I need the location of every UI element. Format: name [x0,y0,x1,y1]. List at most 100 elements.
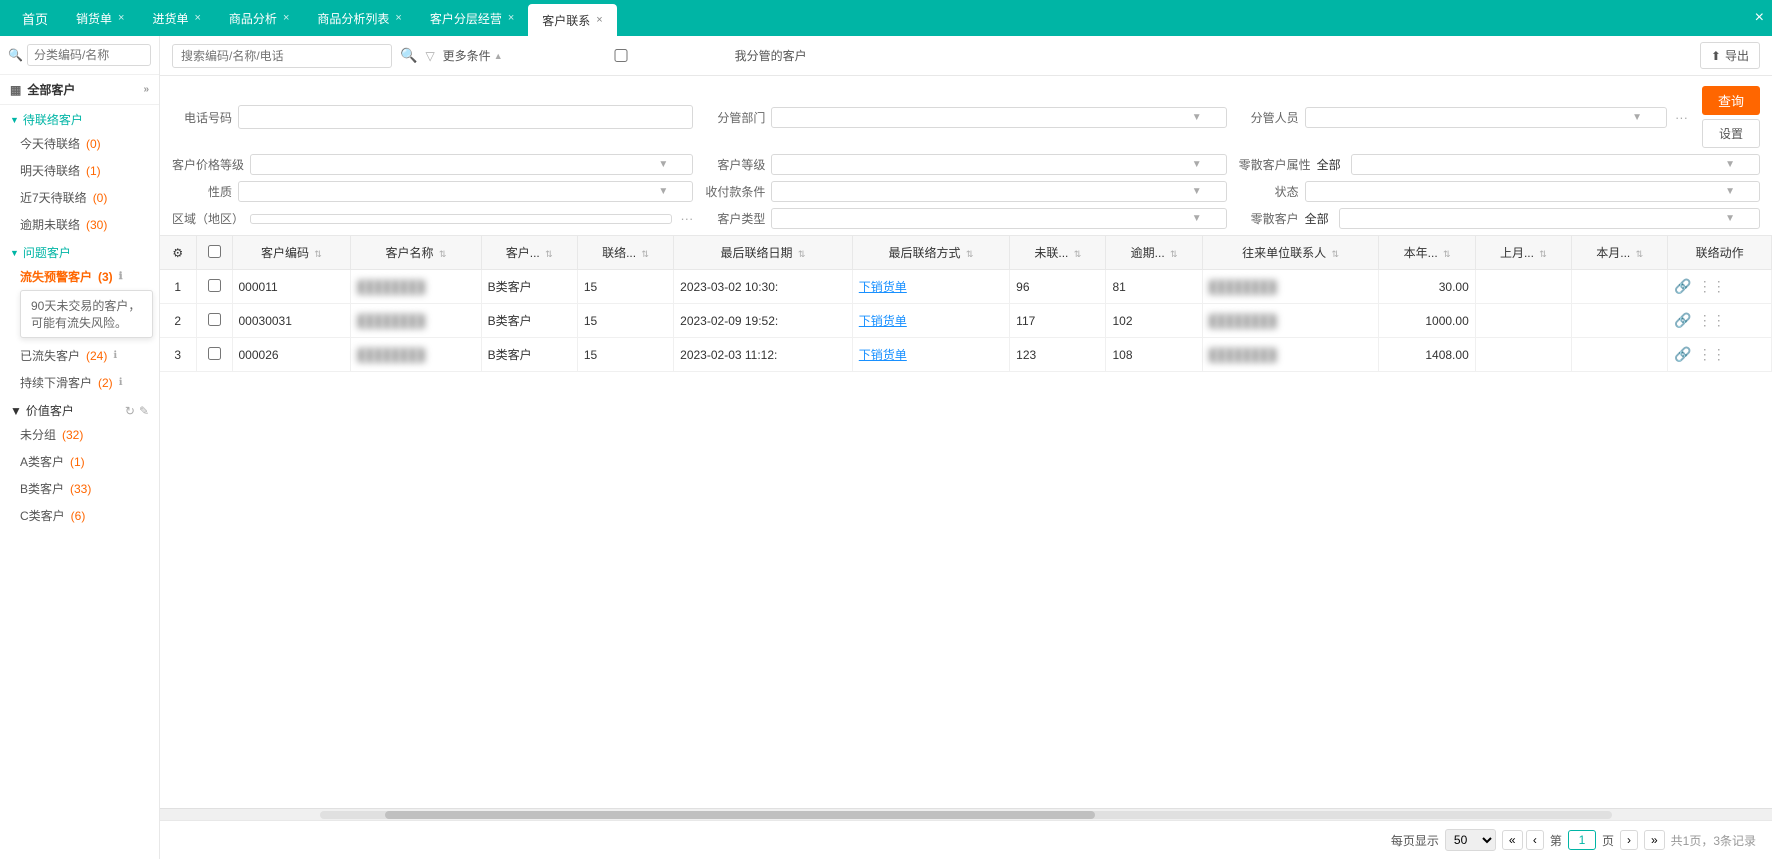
filter-customer-level-select[interactable]: ▼ [771,154,1226,175]
tab-customer-tier[interactable]: 客户分层经营 × [416,0,528,36]
sidebar-item-ungrouped[interactable]: 未分组(32) [0,421,159,448]
next-page-button[interactable]: › [1620,830,1638,850]
close-customer-tier-tab[interactable]: × [508,12,514,24]
search-button[interactable]: 🔍 [400,47,417,64]
filter-price-level-select[interactable]: ▼ [250,154,693,175]
sidebar-group-pending[interactable]: ▼ 待联络客户 [0,105,159,130]
sidebar-all-customers[interactable]: ▦ 全部客户 » [0,75,159,105]
filter-status-label: 状态 [1239,183,1299,200]
tab-home[interactable]: 首页 [8,0,62,36]
row-checkbox-0[interactable] [196,270,232,304]
last-page-button[interactable]: » [1644,830,1665,850]
sort-last-date[interactable]: ⇅ [798,249,806,259]
th-checkbox[interactable] [196,236,232,270]
current-page[interactable]: 1 [1568,830,1596,850]
row-action-more-0[interactable]: ⋮⋮ [1698,278,1726,295]
close-customer-contact-tab[interactable]: × [596,14,602,26]
close-analysis-list-tab[interactable]: × [395,12,401,24]
row-type-2: B类客户 [481,338,577,372]
filter-region-select[interactable] [250,214,672,224]
sort-last-month[interactable]: ⇅ [1539,249,1547,259]
tab-purchase[interactable]: 进货单 × [138,0,214,36]
prev-page-button[interactable]: ‹ [1526,830,1544,850]
row-action-link-1[interactable]: 🔗 [1674,312,1691,329]
filter-zero-attr-select[interactable]: ▼ [1351,154,1760,175]
sort-code[interactable]: ⇅ [314,249,322,259]
sort-type[interactable]: ⇅ [545,249,553,259]
filter-nature-label: 性质 [172,183,232,200]
filter-dept: 分管部门 ▼ [705,107,1226,128]
row-action-more-1[interactable]: ⋮⋮ [1698,312,1726,329]
tab-sales[interactable]: 销货单 × [62,0,138,36]
sort-contacts[interactable]: ⇅ [1332,249,1340,259]
tab-customer-contact[interactable]: 客户联系 × [528,4,616,36]
filter-nature-select[interactable]: ▼ [238,181,693,202]
person-more-button[interactable]: ··· [1675,110,1688,125]
sidebar-group-problem[interactable]: ▼ 问题客户 [0,238,159,263]
search-input[interactable] [172,44,392,68]
scroll-thumb[interactable] [385,811,1096,819]
group-arrow-pending: ▼ [10,115,19,125]
tab-analysis[interactable]: 商品分析 × [215,0,303,36]
per-page-select[interactable]: 50 100 200 [1445,829,1496,851]
sidebar-item-a-class[interactable]: A类客户(1) [0,448,159,475]
sort-name[interactable]: ⇅ [439,249,447,259]
sort-this-month[interactable]: ⇅ [1636,249,1644,259]
export-button[interactable]: ⬆ 导出 [1700,42,1760,69]
sidebar-search-input[interactable] [27,44,151,66]
sort-uncontacted[interactable]: ⇅ [1074,249,1082,259]
row-last-method-1[interactable]: 下销货单 [852,304,1009,338]
my-customer-checkbox-label[interactable]: 我分管的客户 [511,47,807,64]
sidebar-item-7days[interactable]: 近7天待联络(0) [0,184,159,211]
row-action-more-2[interactable]: ⋮⋮ [1698,346,1726,363]
sidebar-item-c-class[interactable]: C类客户(6) [0,502,159,529]
sidebar-item-declining[interactable]: 持续下滑客户(2) ℹ [0,369,159,396]
total-info: 共1页，3条记录 [1671,832,1756,849]
row-action-link-2[interactable]: 🔗 [1674,346,1691,363]
filter-zero-customer-select[interactable]: ▼ [1339,208,1760,229]
my-customer-checkbox[interactable] [511,49,731,62]
close-sales-tab[interactable]: × [118,12,124,24]
row-action-link-0[interactable]: 🔗 [1674,278,1691,295]
horizontal-scrollbar[interactable] [160,808,1772,820]
filter-payment-select[interactable]: ▼ [771,181,1226,202]
sidebar-item-overdue[interactable]: 逾期未联络(30) [0,211,159,238]
sidebar-item-churn-warning[interactable]: 流失预警客户(3) ℹ [0,263,159,290]
select-all-checkbox[interactable] [208,245,221,258]
sort-overdue[interactable]: ⇅ [1170,249,1178,259]
filter-status: 状态 ▼ [1239,181,1760,202]
row-uncontacted-0: 96 [1010,270,1106,304]
zero-customer-arrow: ▼ [1725,213,1735,224]
row-checkbox-2[interactable] [196,338,232,372]
sort-contact-count[interactable]: ⇅ [641,249,649,259]
settings-button[interactable]: 设置 [1702,119,1760,148]
filter-price-level: 客户价格等级 ▼ [172,154,693,175]
filter-customer-type-select[interactable]: ▼ [771,208,1226,229]
sidebar-item-lost[interactable]: 已流失客户(24) ℹ [0,342,159,369]
sidebar-item-tomorrow[interactable]: 明天待联络(1) [0,157,159,184]
query-button[interactable]: 查询 [1702,86,1760,115]
region-more-button[interactable]: ··· [680,211,693,226]
filter-dept-select[interactable]: ▼ [771,107,1226,128]
sidebar-group-value[interactable]: ▼ 价值客户 ↻ ✎ [0,396,159,421]
more-filter-button[interactable]: 更多条件 ▲ [443,47,503,64]
row-checkbox-1[interactable] [196,304,232,338]
row-last-method-0[interactable]: 下销货单 [852,270,1009,304]
tab-analysis-list[interactable]: 商品分析列表 × [303,0,415,36]
th-name: 客户名称 ⇅ [351,236,481,270]
filter-phone-input[interactable] [238,105,693,129]
close-window-button[interactable]: × [1755,9,1764,27]
sidebar-item-b-class[interactable]: B类客户(33) [0,475,159,502]
row-last-method-2[interactable]: 下销货单 [852,338,1009,372]
close-purchase-tab[interactable]: × [194,12,200,24]
sidebar-item-today[interactable]: 今天待联络(0) [0,130,159,157]
first-page-button[interactable]: « [1502,830,1523,850]
sort-last-method[interactable]: ⇅ [966,249,974,259]
value-group-icon1: ↻ [125,404,135,418]
sort-this-year[interactable]: ⇅ [1443,249,1451,259]
filter-person-select[interactable]: ▼ [1305,107,1667,128]
close-analysis-tab[interactable]: × [283,12,289,24]
filter-status-select[interactable]: ▼ [1305,181,1760,202]
filter-panel: 电话号码 分管部门 ▼ 分管人员 ▼ ··· [160,76,1772,236]
th-settings[interactable]: ⚙ [160,236,196,270]
